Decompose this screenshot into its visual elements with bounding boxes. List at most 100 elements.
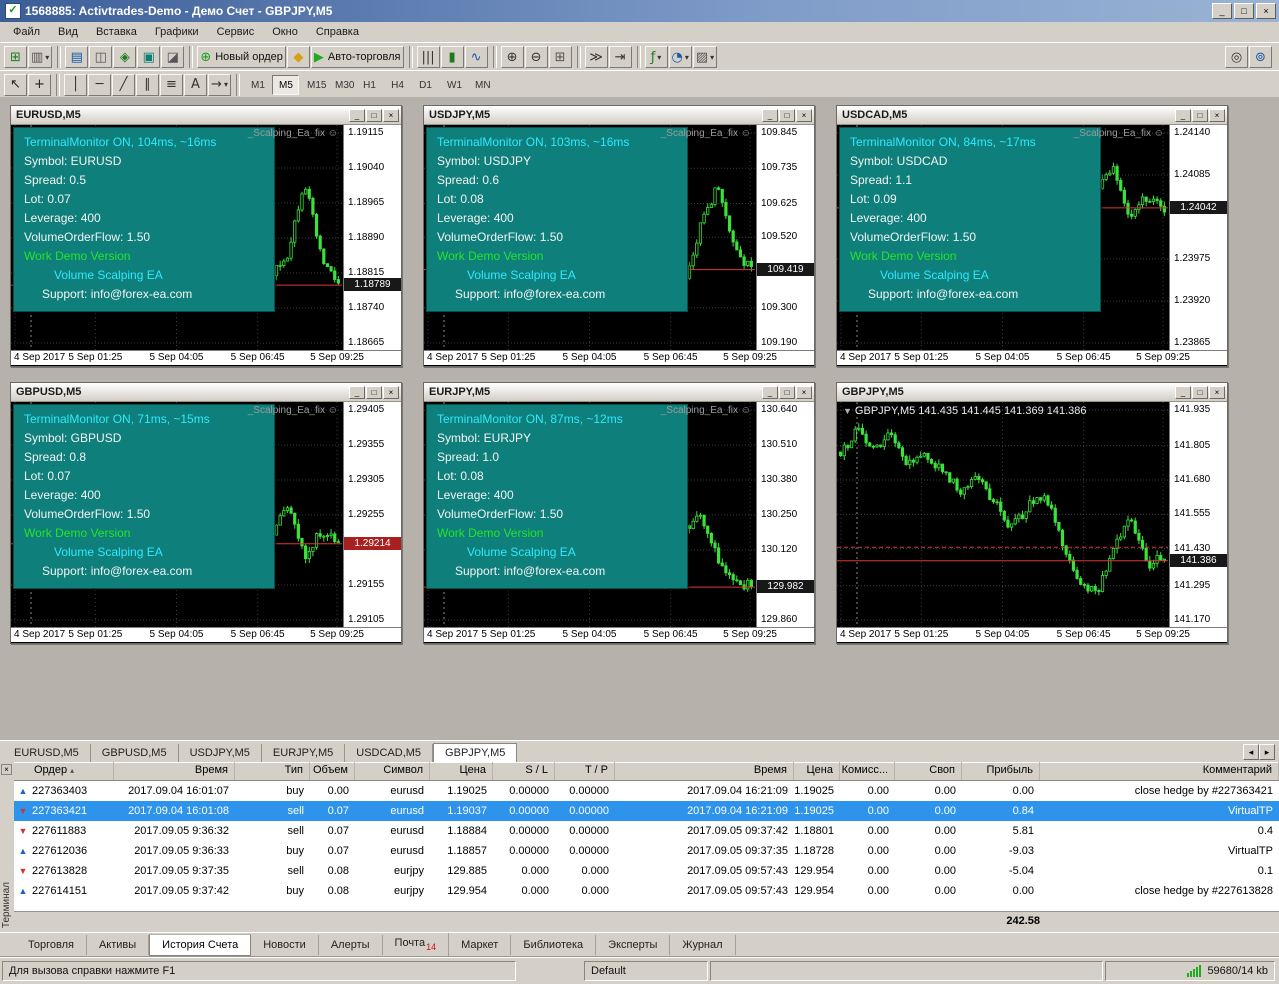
minimize-button[interactable]: _ (1175, 108, 1191, 122)
restore-button[interactable]: □ (779, 108, 795, 122)
profiles-button[interactable]: ▥ ▾ (28, 46, 53, 68)
close-button[interactable]: × (796, 108, 812, 122)
data-window-button[interactable]: ◫ (89, 46, 113, 68)
auto-scroll-button[interactable]: ≫ (584, 46, 608, 68)
strategy-tester-button[interactable]: ◪ (161, 46, 185, 68)
terminal-tab[interactable]: Библиотека (511, 935, 597, 955)
restore-button[interactable]: □ (366, 385, 382, 399)
restore-button[interactable]: □ (1192, 385, 1208, 399)
restore-button[interactable]: □ (366, 108, 382, 122)
chat-button[interactable]: ⊚ (1249, 46, 1272, 68)
maximize-button[interactable]: □ (1234, 3, 1254, 19)
close-button[interactable]: × (1209, 108, 1225, 122)
indicators-button[interactable]: ƒ ▾ (644, 46, 668, 68)
table-row[interactable]: ▼ 227611883 2017.09.05 9:36:32 sell 0.07 euru… (14, 821, 1279, 841)
trendline-button[interactable]: ╱ (112, 73, 135, 96)
terminal-tab[interactable]: Алерты (319, 935, 383, 955)
symbol-dropdown-icon[interactable]: ▼ (843, 406, 852, 416)
chart-window-titlebar[interactable]: EURJPY,M5 _ □ × (424, 383, 814, 402)
timeframe-D1[interactable]: D1 (412, 75, 439, 95)
menu-item[interactable]: Файл (4, 24, 49, 40)
timeframe-M5[interactable]: M5 (272, 74, 299, 95)
chart-window-titlebar[interactable]: EURUSD,M5 _ □ × (11, 106, 401, 125)
timeframe-M1[interactable]: M1 (244, 75, 271, 95)
column-header[interactable]: Ордер ▴ (14, 762, 114, 780)
channel-button[interactable]: ∥ (136, 73, 159, 96)
auto-trading-button[interactable]: ▶ Авто-торговля (310, 46, 404, 68)
navigator-button[interactable]: ◈ (113, 46, 137, 68)
close-button[interactable]: × (1209, 385, 1225, 399)
chart-window-titlebar[interactable]: USDJPY,M5 _ □ × (424, 106, 814, 125)
status-profile[interactable]: Default (584, 961, 708, 981)
chart-window-titlebar[interactable]: USDCAD,M5 _ □ × (837, 106, 1227, 125)
terminal-tab[interactable]: Новости (251, 935, 319, 955)
close-button[interactable]: × (383, 108, 399, 122)
chart-line-button[interactable]: ∿ (464, 46, 488, 68)
chart-tab[interactable]: GBPJPY,M5 (433, 743, 518, 763)
table-row[interactable]: ▲ 227614151 2017.09.05 9:37:42 buy 0.08 eurjp… (14, 881, 1279, 901)
column-header[interactable]: Комисс... (840, 762, 895, 780)
title-bar[interactable]: ✓ 1568885: Activtrades-Demo - Демо Счет … (0, 0, 1279, 22)
column-header[interactable]: T / P (555, 762, 615, 780)
column-header[interactable]: Время (615, 762, 794, 780)
terminal-tab[interactable]: Журнал (670, 935, 736, 955)
terminal-tab[interactable]: Торговля (16, 935, 87, 955)
chart-shift-button[interactable]: ⇥ (608, 46, 632, 68)
terminal-tab[interactable]: Маркет (449, 935, 512, 955)
tile-windows-button[interactable]: ⊞ (548, 46, 572, 68)
column-header[interactable]: Своп (895, 762, 962, 780)
chart-area[interactable]: 141.935 141.805 141.680 141.555 141.430 141.2… (837, 402, 1227, 642)
column-header[interactable]: Цена (794, 762, 840, 780)
table-row[interactable]: ▲ 227612036 2017.09.05 9:36:33 buy 0.07 eurus… (14, 841, 1279, 861)
arrows-tool-button[interactable]: → ▾ (208, 73, 231, 96)
menu-item[interactable]: Вставка (87, 24, 146, 40)
menu-item[interactable]: Графики (146, 24, 208, 40)
chart-area[interactable]: 1.19115 1.19040 1.18965 1.18890 1.18815 1.187… (11, 125, 401, 365)
chart-area[interactable]: 130.640 130.510 130.380 130.250 130.120 129.8… (424, 402, 814, 642)
minimize-button[interactable]: _ (762, 385, 778, 399)
chart-window-titlebar[interactable]: GBPUSD,M5 _ □ × (11, 383, 401, 402)
restore-button[interactable]: □ (779, 385, 795, 399)
timeframe-M30[interactable]: M30 (328, 75, 355, 95)
column-header[interactable]: Прибыль (962, 762, 1040, 780)
new-chart-button[interactable]: ⊞ (4, 46, 27, 68)
minimize-button[interactable]: _ (1175, 385, 1191, 399)
table-row[interactable]: ▼ 227363421 2017.09.04 16:01:08 sell 0.07 eur… (14, 801, 1279, 821)
vertical-line-button[interactable]: │ (64, 73, 87, 96)
column-header[interactable]: Объем (310, 762, 355, 780)
price-chart[interactable] (837, 402, 1168, 628)
table-row[interactable]: ▼ 227613828 2017.09.05 9:37:35 sell 0.08 eurj… (14, 861, 1279, 881)
zoom-in-button[interactable]: ⊕ (500, 46, 524, 68)
new-order-button[interactable]: ⊕ Новый ордер (197, 46, 286, 68)
column-header[interactable]: S / L (493, 762, 555, 780)
close-button[interactable]: × (1256, 3, 1276, 19)
timeframe-H4[interactable]: H4 (384, 75, 411, 95)
terminal-close-icon[interactable]: × (1, 764, 12, 775)
menu-item[interactable]: Вид (49, 24, 87, 40)
text-tool-button[interactable]: A (184, 73, 207, 96)
chart-tab[interactable]: USDCAD,M5 (345, 744, 434, 763)
minimize-button[interactable]: _ (349, 385, 365, 399)
terminal-tab[interactable]: Почта14 (383, 933, 450, 957)
chart-bars-button[interactable]: ||| (416, 46, 440, 68)
templates-button[interactable]: ▨ ▾ (692, 46, 718, 68)
chart-tab[interactable]: EURUSD,M5 (3, 744, 91, 763)
timeframe-H1[interactable]: H1 (356, 75, 383, 95)
menu-item[interactable]: Сервис (208, 24, 264, 40)
fibonacci-button[interactable]: ≡ (160, 73, 183, 96)
periods-button[interactable]: ◔ ▾ (668, 46, 692, 68)
chart-tab[interactable]: GBPUSD,M5 (91, 744, 179, 763)
zoom-out-button[interactable]: ⊖ (524, 46, 548, 68)
table-row[interactable]: ▲ 227363403 2017.09.04 16:01:07 buy 0.00 euru… (14, 781, 1279, 801)
close-button[interactable]: × (796, 385, 812, 399)
crosshair-button[interactable]: + (28, 73, 51, 96)
chart-candles-button[interactable]: ▮ (440, 46, 464, 68)
menu-item[interactable]: Окно (263, 24, 307, 40)
scroll-right-icon[interactable]: ▸ (1259, 744, 1275, 760)
minimize-button[interactable]: _ (1212, 3, 1232, 19)
column-header[interactable]: Комментарий (1040, 762, 1279, 780)
search-button[interactable]: ◎ (1225, 46, 1248, 68)
metaeditor-button[interactable]: ◆ (286, 46, 310, 68)
menu-item[interactable]: Справка (307, 24, 368, 40)
minimize-button[interactable]: _ (762, 108, 778, 122)
